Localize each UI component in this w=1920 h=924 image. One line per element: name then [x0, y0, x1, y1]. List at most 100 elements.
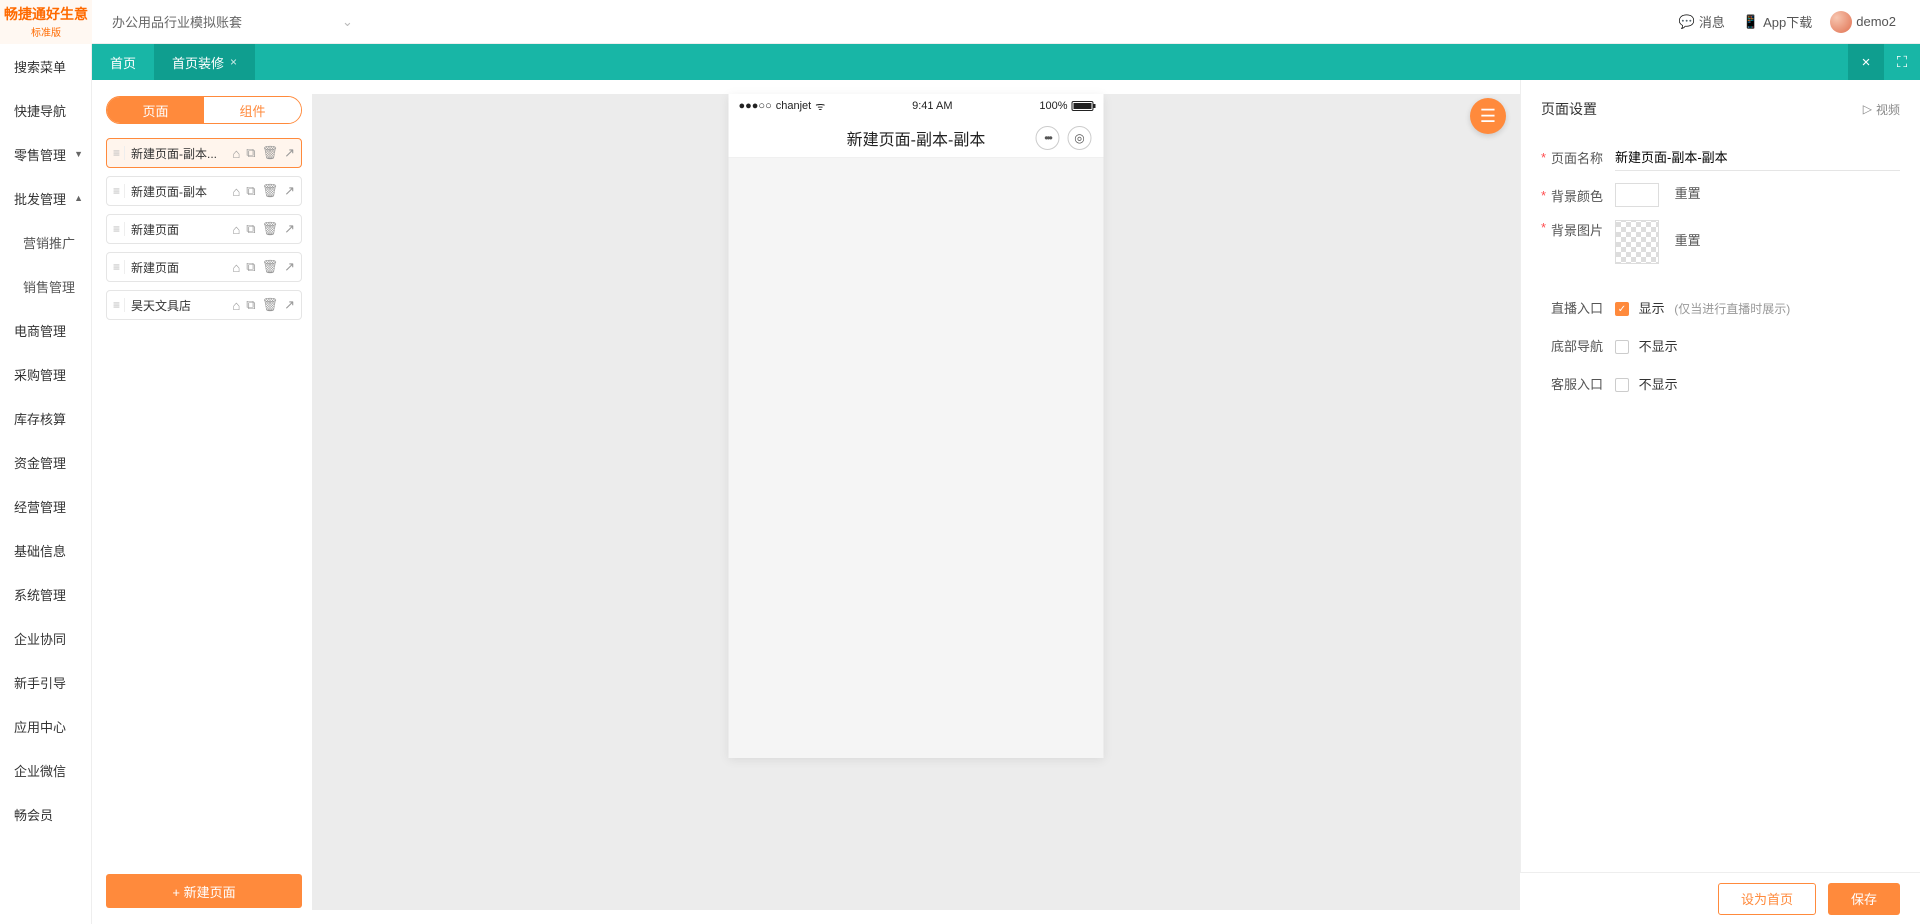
sidebar-item-label: 营销推广 [23, 233, 75, 252]
share-icon[interactable]: ↗ [284, 183, 295, 199]
drag-handle-icon[interactable]: ≡ [113, 146, 125, 160]
bg-image-picker[interactable] [1615, 220, 1659, 264]
page-list-item[interactable]: ≡新建页面⌂⧉🗑↗ [106, 252, 302, 282]
share-icon[interactable]: ↗ [284, 259, 295, 275]
segment-page[interactable]: 页面 [107, 97, 204, 123]
phone-time: 9:41 AM [912, 100, 952, 112]
home-icon[interactable]: ⌂ [232, 222, 240, 237]
label-bottom-nav: 底部导航 [1551, 336, 1615, 355]
tabbar-fullscreen-button[interactable]: ⛶ [1884, 44, 1920, 80]
phone-page-title: 新建页面-副本-副本 [847, 126, 986, 150]
share-icon[interactable]: ↗ [284, 297, 295, 313]
sidebar-item-label: 采购管理 [14, 365, 66, 384]
copy-icon[interactable]: ⧉ [246, 297, 255, 313]
set-home-button[interactable]: 设为首页 [1718, 883, 1816, 915]
tenant-selector[interactable]: 办公用品行业模拟账套 ⌄ [112, 12, 353, 31]
video-label: 视频 [1876, 101, 1900, 118]
save-button[interactable]: 保存 [1828, 883, 1900, 915]
new-page-button[interactable]: + 新建页面 [106, 874, 302, 908]
home-icon[interactable]: ⌂ [232, 184, 240, 199]
sidebar-item-label: 经营管理 [14, 497, 66, 516]
share-icon[interactable]: ↗ [284, 221, 295, 237]
canvas-menu-fab[interactable]: ☰ [1470, 98, 1506, 134]
sidebar-item[interactable]: 企业微信 [0, 748, 91, 792]
copy-icon[interactable]: ⧉ [246, 145, 255, 161]
drag-handle-icon[interactable]: ≡ [113, 260, 125, 274]
miniapp-close-icon[interactable]: ◎ [1068, 126, 1092, 150]
segment-component[interactable]: 组件 [204, 97, 301, 123]
delete-icon[interactable]: 🗑 [262, 259, 279, 275]
tabbar-close-button[interactable]: × [1848, 44, 1884, 80]
tab-bar: 首页 首页装修 × × ⛶ [92, 44, 1920, 80]
topbar-right: 💬 消息 📱 App下载 demo2 [1679, 11, 1920, 33]
close-tab-icon[interactable]: × [230, 55, 237, 69]
copy-icon[interactable]: ⧉ [246, 221, 255, 237]
home-icon[interactable]: ⌂ [232, 298, 240, 313]
sidebar-item[interactable]: 零售管理▼ [0, 132, 91, 176]
tab-home-label: 首页 [110, 53, 136, 72]
sidebar-item[interactable]: 采购管理 [0, 352, 91, 396]
input-page-name[interactable] [1615, 143, 1900, 171]
drag-handle-icon[interactable]: ≡ [113, 298, 125, 312]
sidebar-item[interactable]: 电商管理 [0, 308, 91, 352]
sidebar-item[interactable]: 新手引导 [0, 660, 91, 704]
delete-icon[interactable]: 🗑 [262, 145, 279, 161]
tab-home[interactable]: 首页 [92, 44, 154, 80]
miniapp-menu-icon[interactable]: ••• [1036, 126, 1060, 150]
sidebar-sub-item[interactable]: 销售管理 [0, 264, 91, 308]
copy-icon[interactable]: ⧉ [246, 259, 255, 275]
sidebar-item-label: 零售管理 [14, 145, 66, 164]
app-download-button[interactable]: 📱 App下载 [1743, 12, 1812, 31]
bg-color-reset[interactable]: 重置 [1675, 186, 1701, 201]
sidebar-item[interactable]: 快捷导航 [0, 88, 91, 132]
brand-name: 畅捷通好生意 [4, 4, 88, 24]
phone-body[interactable] [729, 158, 1104, 758]
sidebar-item[interactable]: 基础信息 [0, 528, 91, 572]
page-list-item[interactable]: ≡新建页面-副本...⌂⧉🗑↗ [106, 138, 302, 168]
wifi-icon: ᯤ [815, 99, 825, 114]
checkbox-bottom-nav[interactable] [1615, 340, 1629, 354]
sidebar-item[interactable]: 库存核算 [0, 396, 91, 440]
sidebar-sub-item[interactable]: 营销推广 [0, 220, 91, 264]
label-bg-color: 背景颜色 [1551, 186, 1615, 205]
sidebar-item-label: 畅会员 [14, 805, 53, 824]
page-item-name: 新建页面-副本 [131, 183, 226, 200]
delete-icon[interactable]: 🗑 [262, 221, 279, 237]
share-icon[interactable]: ↗ [284, 145, 295, 161]
sidebar-item-label: 企业微信 [14, 761, 66, 780]
message-icon: 💬 [1679, 14, 1695, 30]
sidebar-item[interactable]: 搜索菜单 [0, 44, 91, 88]
page-list-item[interactable]: ≡新建页面⌂⧉🗑↗ [106, 214, 302, 244]
checkbox-live-show[interactable]: ✓ [1615, 302, 1629, 316]
user-menu[interactable]: demo2 [1830, 11, 1896, 33]
settings-title: 页面设置 [1541, 99, 1597, 119]
tab-decorate-label: 首页装修 [172, 53, 224, 72]
phone-statusbar: ●●●○○ chanjet ᯤ 9:41 AM 100% [729, 94, 1104, 118]
drag-handle-icon[interactable]: ≡ [113, 222, 125, 236]
delete-icon[interactable]: 🗑 [262, 183, 279, 199]
sidebar-item[interactable]: 应用中心 [0, 704, 91, 748]
sidebar-item[interactable]: 企业协同 [0, 616, 91, 660]
sidebar-item[interactable]: 系统管理 [0, 572, 91, 616]
home-icon[interactable]: ⌂ [232, 146, 240, 161]
check-icon: ✓ [1618, 304, 1626, 315]
sidebar-item[interactable]: 资金管理 [0, 440, 91, 484]
page-list-item[interactable]: ≡ 新建页面-副本 ⌂ ⧉ 🗑 ↗ [106, 176, 302, 206]
drag-handle-icon[interactable]: ≡ [113, 184, 125, 198]
bg-color-swatch[interactable] [1615, 183, 1659, 207]
bg-image-reset[interactable]: 重置 [1675, 233, 1701, 248]
messages-button[interactable]: 💬 消息 [1679, 12, 1725, 31]
tab-decorate[interactable]: 首页装修 × [154, 44, 255, 80]
sidebar-item[interactable]: 经营管理 [0, 484, 91, 528]
sidebar-item-label: 资金管理 [14, 453, 66, 472]
delete-icon[interactable]: 🗑 [262, 297, 279, 313]
sidebar-item[interactable]: 畅会员 [0, 792, 91, 836]
checkbox-service[interactable] [1615, 378, 1629, 392]
sidebar-item-label: 销售管理 [23, 277, 75, 296]
sidebar-item[interactable]: 批发管理▲ [0, 176, 91, 220]
page-list-item[interactable]: ≡昊天文具店⌂⧉🗑↗ [106, 290, 302, 320]
copy-icon[interactable]: ⧉ [246, 183, 255, 199]
video-tutorial-link[interactable]: ▷ 视频 [1863, 101, 1900, 118]
home-icon[interactable]: ⌂ [232, 260, 240, 275]
segment-control: 页面 组件 [106, 96, 302, 124]
